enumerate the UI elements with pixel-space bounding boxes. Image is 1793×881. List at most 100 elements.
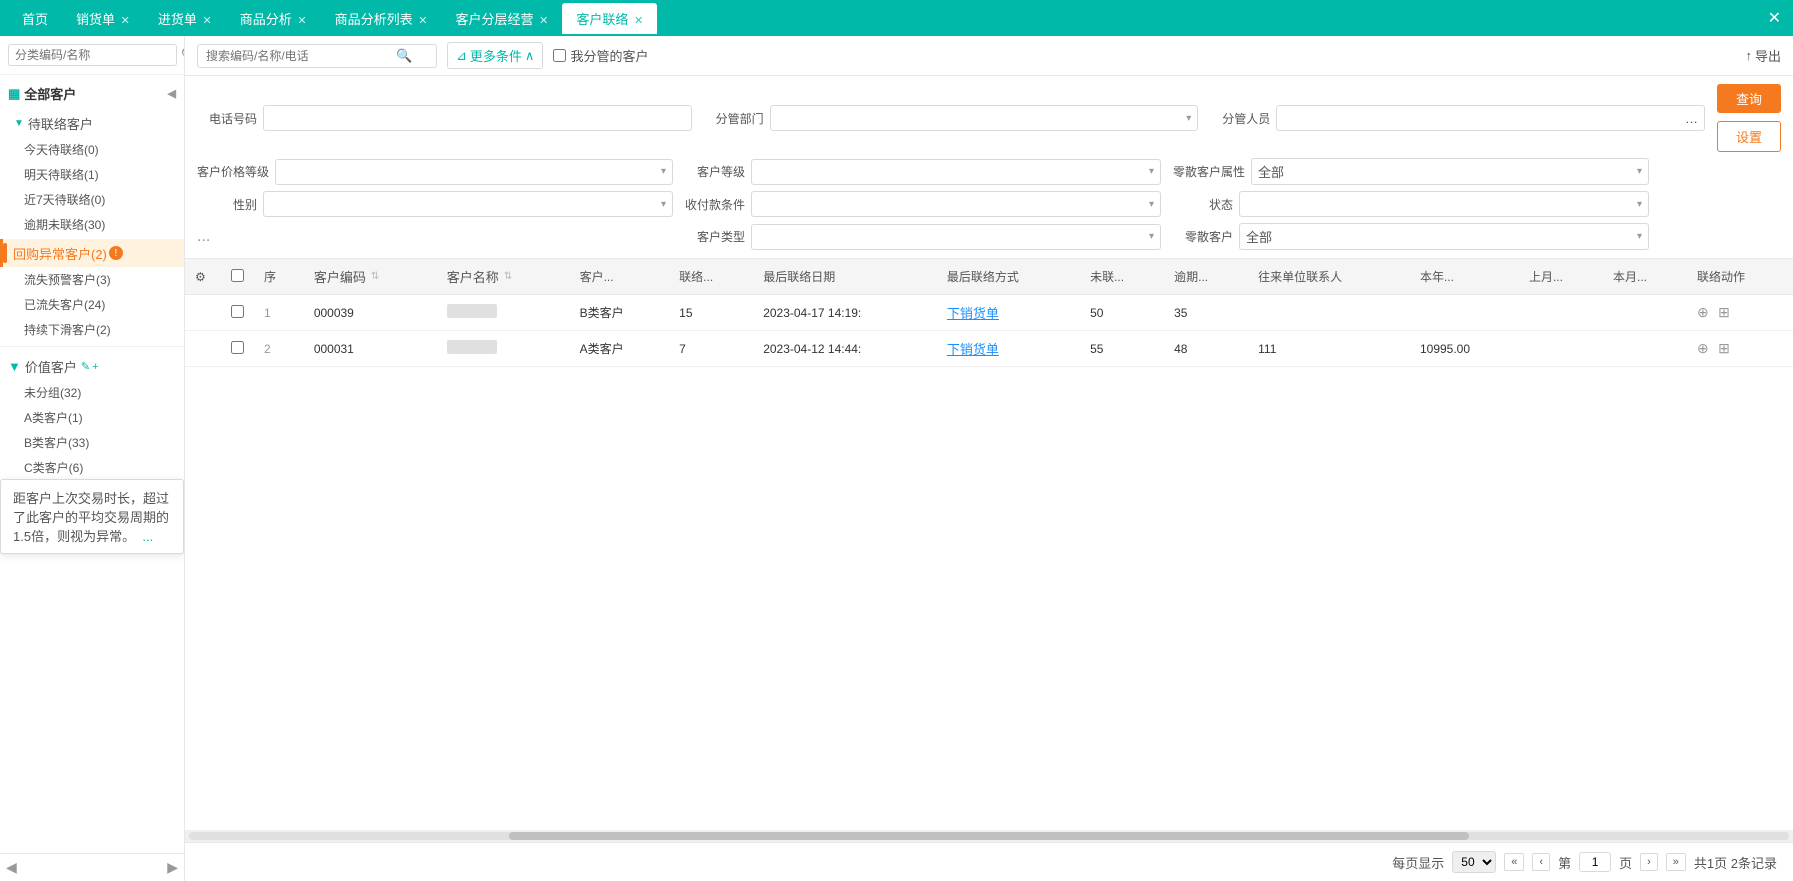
export-button[interactable]: ↑ 导出 xyxy=(1745,46,1781,65)
table-gear-button[interactable]: ⚙ xyxy=(195,270,206,284)
row2-action[interactable]: ⊕ ⊞ xyxy=(1687,331,1793,367)
tab-customer-contact[interactable]: 客户联络 ✕ xyxy=(562,3,657,34)
query-button[interactable]: 查询 xyxy=(1717,84,1781,113)
sidebar-item-ungrouped[interactable]: 未分组(32) xyxy=(0,380,184,405)
horizontal-scrollbar[interactable] xyxy=(185,830,1793,842)
row2-checkbox[interactable] xyxy=(231,341,244,354)
category-search-button[interactable]: 🔍 xyxy=(177,45,185,65)
category-search-input[interactable] xyxy=(8,44,177,66)
per-page-select[interactable]: 50 xyxy=(1452,851,1496,873)
status-select[interactable]: ▾ xyxy=(1239,191,1649,217)
close-purchase-tab[interactable]: ✕ xyxy=(203,15,212,27)
tab-analysis[interactable]: 商品分析 ✕ xyxy=(226,3,321,34)
chevron-down-icon7: ▾ xyxy=(1637,199,1642,210)
add-icon[interactable]: + xyxy=(92,361,98,373)
tooltip-more-icon[interactable]: ... xyxy=(142,529,153,544)
sidebar-item-7days[interactable]: 近7天待联络(0) xyxy=(0,187,184,212)
tab-sales[interactable]: 销货单 ✕ xyxy=(62,3,144,34)
select-all-checkbox[interactable] xyxy=(231,269,244,282)
row1-link-icon[interactable]: ⊕ xyxy=(1697,304,1709,320)
table-settings-header[interactable]: ⚙ xyxy=(185,259,221,295)
retail-attr-select[interactable]: 全部 ▾ xyxy=(1251,158,1649,185)
sidebar-item-declining[interactable]: 持续下滑客户(2) xyxy=(0,317,184,342)
all-customers-header[interactable]: ▦ 全部客户 ◀ xyxy=(0,79,184,108)
sidebar-prev-icon[interactable]: ◀ xyxy=(6,859,17,876)
customer-level-select[interactable]: ▾ xyxy=(751,159,1161,185)
tab-home[interactable]: 首页 xyxy=(8,3,62,34)
tab-purchase[interactable]: 进货单 ✕ xyxy=(144,3,226,34)
sidebar-next-icon[interactable]: ▶ xyxy=(167,859,178,876)
row1-unit-contact xyxy=(1248,295,1410,331)
table-check-header[interactable] xyxy=(221,259,254,295)
chevron-down-icon3: ▾ xyxy=(1149,166,1154,177)
row2-last-method[interactable]: 下销货单 xyxy=(937,331,1080,367)
active-indicator xyxy=(3,243,7,263)
setting-button[interactable]: 设置 xyxy=(1717,121,1781,152)
page-number-input[interactable] xyxy=(1579,852,1611,872)
col-code[interactable]: 客户编码 ⇅ xyxy=(304,259,437,295)
main-layout: 🔍 ▦ 全部客户 ◀ ▼ 待联络客户 今天待联络(0) 明天待联络(1) 近7天… xyxy=(0,36,1793,881)
row2-more-icon[interactable]: ⊞ xyxy=(1718,340,1730,356)
row1-check[interactable] xyxy=(221,295,254,331)
more-conditions-button[interactable]: ⊿ 更多条件 ∧ xyxy=(447,42,543,69)
row1-more-icon[interactable]: ⊞ xyxy=(1718,304,1730,320)
tab-customer-tier[interactable]: 客户分层经营 ✕ xyxy=(441,3,562,34)
price-level-select[interactable]: ▾ xyxy=(275,159,673,185)
dept-select[interactable]: ▾ xyxy=(770,105,1199,131)
edit-icon[interactable]: ✎ xyxy=(81,360,90,373)
arrow-down-icon2: ▼ xyxy=(8,359,21,374)
scrollbar-track[interactable] xyxy=(189,832,1789,840)
export-icon: ↑ xyxy=(1745,48,1752,63)
payment-label: 收付款条件 xyxy=(685,196,745,213)
row1-checkbox[interactable] xyxy=(231,305,244,318)
customer-type-select[interactable]: ▾ xyxy=(751,224,1161,250)
sort-name-button[interactable]: 客户名称 ⇅ xyxy=(447,267,512,286)
close-analysis-tab[interactable]: ✕ xyxy=(297,15,306,27)
last-page-button[interactable]: » xyxy=(1666,853,1686,871)
close-analysis-list-tab[interactable]: ✕ xyxy=(418,15,427,27)
tab-analysis-list[interactable]: 商品分析列表 ✕ xyxy=(321,3,442,34)
sidebar-item-class-a[interactable]: A类客户(1) xyxy=(0,405,184,430)
gender-select[interactable]: ▾ xyxy=(263,191,673,217)
my-customer-checkbox[interactable] xyxy=(553,49,566,62)
table-body: 1 000039 B类客户 15 2023-04-17 14:19: 下销货单 … xyxy=(185,295,1793,367)
sidebar-item-overdue[interactable]: 逾期未联络(30) xyxy=(0,212,184,237)
value-customers-header[interactable]: ▼ 价值客户 ✎ + xyxy=(0,353,184,380)
first-page-button[interactable]: « xyxy=(1504,853,1524,871)
left-sidebar: 🔍 ▦ 全部客户 ◀ ▼ 待联络客户 今天待联络(0) 明天待联络(1) 近7天… xyxy=(0,36,185,881)
close-customer-contact-tab[interactable]: ✕ xyxy=(634,15,643,27)
main-search-box[interactable]: 🔍 xyxy=(197,44,437,68)
phone-input[interactable] xyxy=(263,105,692,131)
scrollbar-thumb[interactable] xyxy=(509,832,1469,840)
close-window-icon[interactable]: ✕ xyxy=(1768,8,1781,28)
sidebar-item-repurchase-abnormal[interactable]: 回购异常客户(2) ! xyxy=(0,239,184,267)
next-page-button[interactable]: › xyxy=(1640,853,1658,871)
sidebar-item-class-b[interactable]: B类客户(33) xyxy=(0,430,184,455)
sidebar-item-tomorrow[interactable]: 明天待联络(1) xyxy=(0,162,184,187)
info-icon[interactable]: ! xyxy=(109,246,123,260)
row2-check[interactable] xyxy=(221,331,254,367)
payment-select[interactable]: ▾ xyxy=(751,191,1161,217)
my-customer-checkbox-group: 我分管的客户 xyxy=(553,46,648,65)
sidebar-item-class-c[interactable]: C类客户(6) xyxy=(0,455,184,480)
prev-page-button[interactable]: ‹ xyxy=(1532,853,1550,871)
close-customer-tier-tab[interactable]: ✕ xyxy=(539,15,548,27)
row1-last-method[interactable]: 下销货单 xyxy=(937,295,1080,331)
manager-select[interactable]: … xyxy=(1276,105,1705,131)
row2-link-icon[interactable]: ⊕ xyxy=(1697,340,1709,356)
col-unit-contact: 往来单位联系人 xyxy=(1248,259,1410,295)
filter-row-3: 性别 ▾ 收付款条件 ▾ 状态 xyxy=(197,191,1781,217)
close-sales-tab[interactable]: ✕ xyxy=(121,15,130,27)
row1-action[interactable]: ⊕ ⊞ xyxy=(1687,295,1793,331)
filter-dots-button[interactable]: ... xyxy=(197,228,210,246)
sort-code-button[interactable]: 客户编码 ⇅ xyxy=(314,267,379,286)
filter-row-1: 电话号码 分管部门 ▾ 分管人员 … xyxy=(197,84,1781,152)
col-name[interactable]: 客户名称 ⇅ xyxy=(437,259,570,295)
retail-customer-select[interactable]: 全部 ▾ xyxy=(1239,223,1649,250)
sidebar-item-lost-warning[interactable]: 流失预警客户(3) xyxy=(0,267,184,292)
waiting-contact-header[interactable]: ▼ 待联络客户 xyxy=(0,110,184,137)
main-search-input[interactable] xyxy=(206,49,396,63)
sidebar-item-today[interactable]: 今天待联络(0) xyxy=(0,137,184,162)
sidebar-item-already-lost[interactable]: 已流失客户(24) xyxy=(0,292,184,317)
row2-code: 000031 xyxy=(304,331,437,367)
